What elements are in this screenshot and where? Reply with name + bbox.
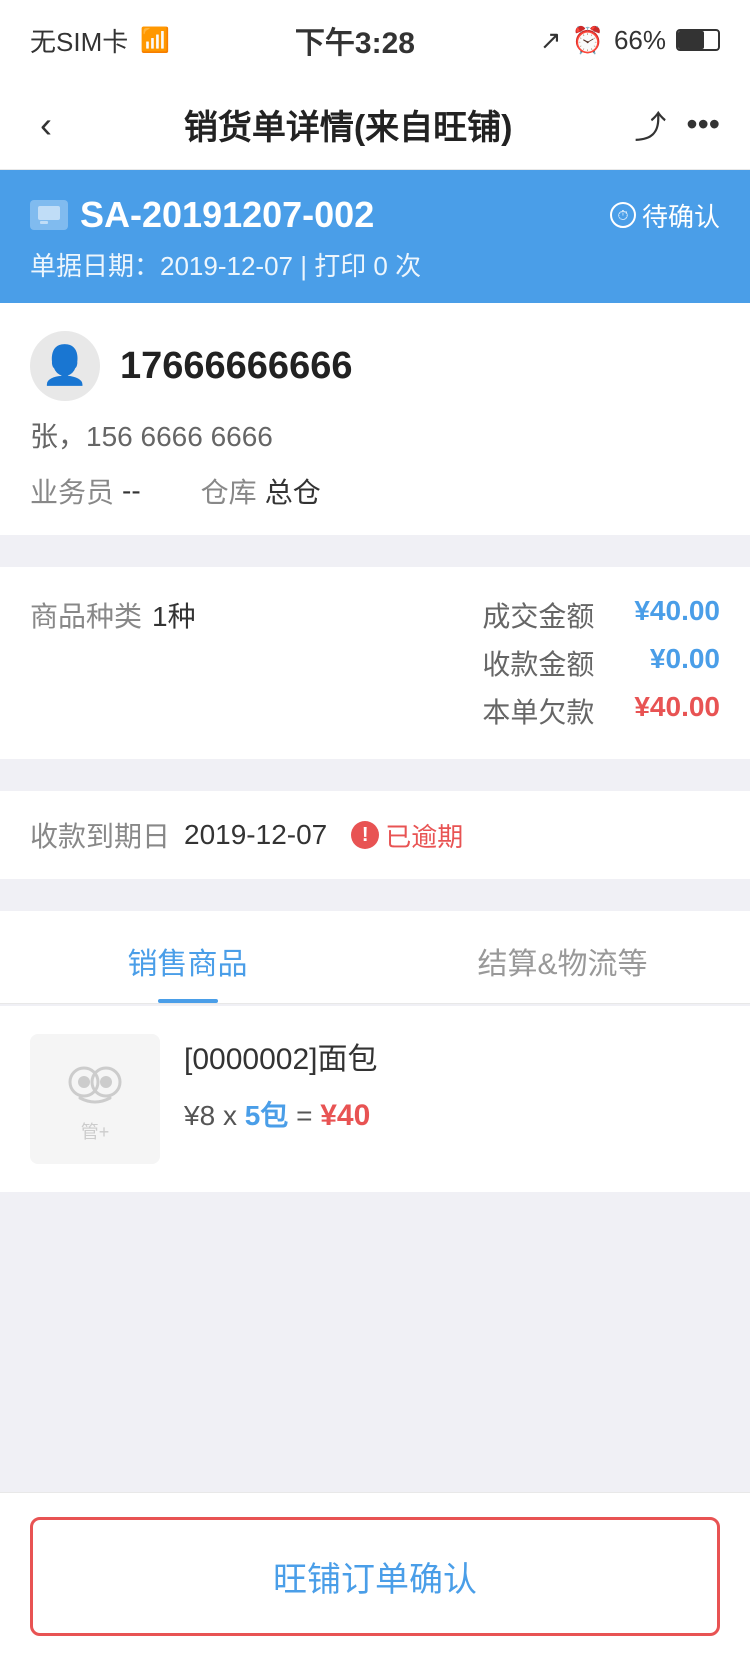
tab-settlement-label: 结算&物流等 — [477, 948, 647, 981]
received-amount-value: ¥0.00 — [650, 643, 720, 683]
time-display: 下午3:28 — [295, 18, 415, 62]
alarm-icon: ⏰ — [572, 25, 604, 56]
due-date-label: 收款到期日 — [30, 815, 170, 855]
product-logo-icon: 管+ — [60, 1054, 130, 1144]
deal-amount-label: 成交金额 — [482, 595, 594, 635]
product-quantity: 5包 — [245, 1100, 289, 1131]
battery-icon — [676, 29, 720, 51]
divider-1 — [0, 551, 750, 567]
customer-meta: 业务员 -- 仓库 总仓 — [30, 471, 720, 511]
due-amount-value: ¥40.00 — [634, 691, 720, 731]
order-date: 单据日期：2019-12-07 | 打印 0 次 — [30, 246, 720, 283]
wifi-icon: 📶 — [140, 26, 170, 55]
tab-sales-goods-label: 销售商品 — [128, 948, 248, 981]
product-item: 管+ [0000002]面包 ¥8 x 5包 = ¥40 — [30, 1034, 720, 1164]
avatar: 👤 — [30, 331, 100, 401]
due-amount-label: 本单欠款 — [482, 691, 594, 731]
warehouse-field: 仓库 总仓 — [201, 471, 321, 511]
order-header: SA-20191207-002 ⏱ 待确认 单据日期：2019-12-07 | … — [0, 170, 750, 303]
customer-section: 👤 17666666666 张，156 6666 6666 业务员 -- 仓库 … — [0, 303, 750, 535]
tab-settlement[interactable]: 结算&物流等 — [375, 911, 750, 1003]
overdue-text: 已逾期 — [385, 817, 463, 854]
back-button[interactable]: ‹ — [30, 94, 62, 156]
order-icon — [30, 200, 68, 230]
due-date-value: 2019-12-07 — [184, 819, 327, 851]
customer-name: 张，156 6666 6666 — [30, 415, 720, 455]
sales-rep-field: 业务员 -- — [30, 471, 141, 511]
product-unit-price: ¥8 — [184, 1100, 215, 1131]
status-bar: 无SIM卡 📶 下午3:28 ↗ ⏰ 66% — [0, 0, 750, 80]
product-price-row: ¥8 x 5包 = ¥40 — [184, 1094, 720, 1134]
due-date-section: 收款到期日 2019-12-07 ! 已逾期 — [0, 791, 750, 879]
deal-amount-value: ¥40.00 — [634, 595, 720, 635]
sales-rep-value: -- — [122, 475, 141, 507]
customer-phone: 17666666666 — [120, 345, 352, 388]
goods-label: 商品种类 — [30, 595, 142, 635]
nav-bar: ‹ 销货单详情(来自旺铺) ⤴ ••• — [0, 80, 750, 170]
clock-icon: ⏱ — [610, 202, 636, 228]
overdue-icon: ! — [351, 821, 379, 849]
equals-sign: = — [296, 1100, 320, 1131]
deal-amount-row: 成交金额 ¥40.00 — [482, 595, 720, 635]
page-title: 销货单详情(来自旺铺) — [184, 100, 513, 149]
tab-sales-goods[interactable]: 销售商品 — [0, 911, 375, 1003]
status-text: 待确认 — [642, 197, 720, 234]
confirm-order-button[interactable]: 旺铺订单确认 — [30, 1517, 720, 1636]
multiply-sign: x — [223, 1100, 245, 1131]
product-name: [0000002]面包 — [184, 1034, 720, 1078]
share-icon[interactable]: ⤴ — [634, 102, 666, 148]
goods-info: 商品种类 1种 — [30, 595, 196, 635]
received-amount-row: 收款金额 ¥0.00 — [482, 643, 720, 683]
battery-text: 66% — [614, 25, 666, 56]
bottom-section: 旺铺订单确认 — [0, 1492, 750, 1676]
product-section: 管+ [0000002]面包 ¥8 x 5包 = ¥40 — [0, 1006, 750, 1192]
carrier-text: 无SIM卡 — [30, 22, 128, 59]
order-number: SA-20191207-002 — [80, 194, 374, 236]
order-id: SA-20191207-002 — [30, 194, 374, 236]
amounts-grid: 成交金额 ¥40.00 收款金额 ¥0.00 本单欠款 ¥40.00 — [482, 595, 720, 731]
product-thumbnail: 管+ — [30, 1034, 160, 1164]
sales-rep-label: 业务员 — [30, 471, 114, 511]
warehouse-label: 仓库 — [201, 471, 257, 511]
received-amount-label: 收款金额 — [482, 643, 594, 683]
tabs-section: 销售商品 结算&物流等 — [0, 911, 750, 1004]
divider-2 — [0, 759, 750, 775]
divider-3 — [0, 895, 750, 911]
location-icon: ↗ — [540, 25, 562, 56]
warehouse-value: 总仓 — [265, 471, 321, 511]
more-icon[interactable]: ••• — [686, 106, 720, 143]
product-total: ¥40 — [320, 1099, 370, 1132]
due-amount-row: 本单欠款 ¥40.00 — [482, 691, 720, 731]
customer-row: 👤 17666666666 — [30, 331, 720, 401]
product-info: [0000002]面包 ¥8 x 5包 = ¥40 — [184, 1034, 720, 1134]
goods-count: 1种 — [152, 595, 196, 635]
nav-actions: ⤴ ••• — [634, 102, 720, 148]
content-area — [0, 1192, 750, 1492]
status-right: ↗ ⏰ 66% — [540, 25, 720, 56]
status-left: 无SIM卡 📶 — [30, 22, 170, 59]
amounts-section: 商品种类 1种 成交金额 ¥40.00 收款金额 ¥0.00 本单欠款 ¥40.… — [0, 567, 750, 759]
avatar-icon: 👤 — [41, 344, 88, 388]
order-status: ⏱ 待确认 — [610, 197, 720, 234]
order-id-row: SA-20191207-002 ⏱ 待确认 — [30, 194, 720, 236]
overdue-badge: ! 已逾期 — [351, 817, 463, 854]
